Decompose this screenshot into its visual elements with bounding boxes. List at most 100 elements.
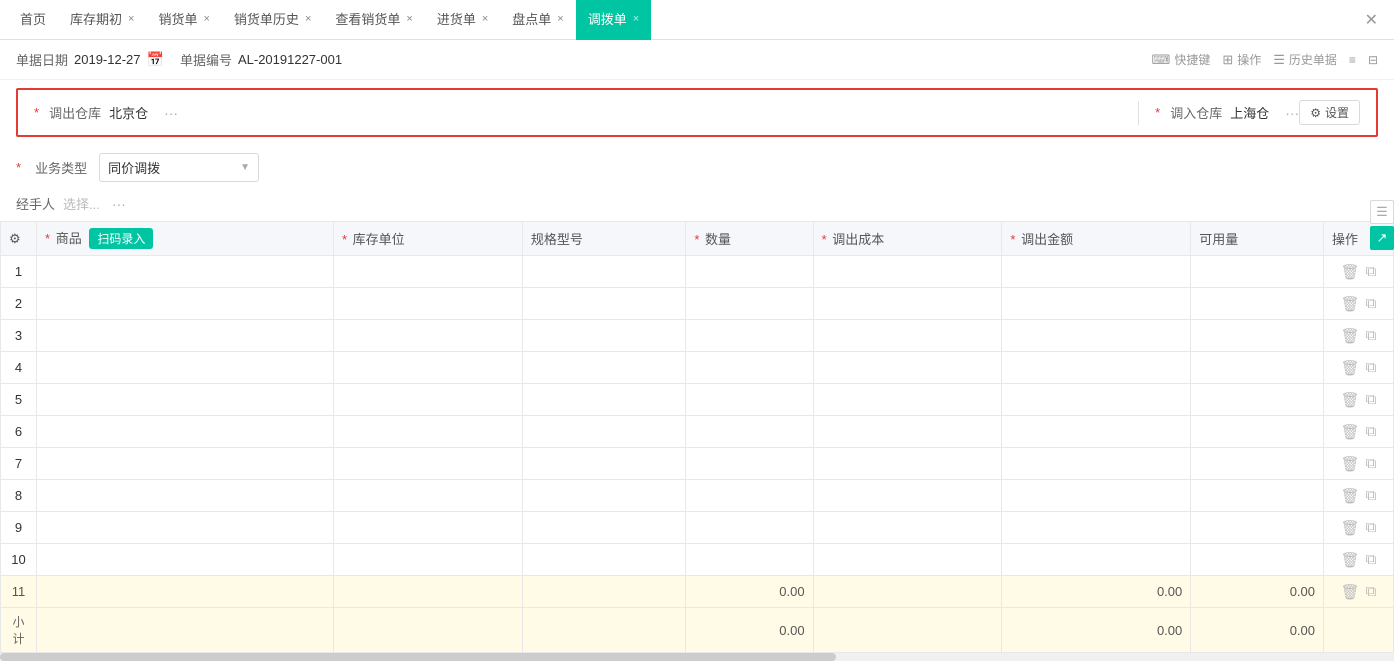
copy-icon[interactable]: ⧉	[1366, 391, 1377, 408]
tab-inventory-init-close[interactable]: ×	[128, 13, 134, 25]
in-warehouse-more[interactable]: ···	[1285, 105, 1299, 121]
th-settings[interactable]: ⚙	[1, 222, 37, 256]
biz-type-select[interactable]: 同价调拨 ▼	[99, 153, 259, 182]
cell-qty[interactable]	[686, 288, 813, 320]
delete-icon[interactable]: 🗑	[1341, 359, 1360, 377]
tab-sales-history[interactable]: 销货单历史 ×	[222, 0, 323, 40]
sidebar-list-icon-btn[interactable]: ☰	[1370, 200, 1394, 224]
tab-sales-history-close[interactable]: ×	[305, 13, 311, 25]
cell-product[interactable]	[37, 480, 334, 512]
layout-btn1[interactable]: ≡	[1349, 53, 1356, 67]
copy-icon[interactable]: ⧉	[1366, 551, 1377, 568]
person-select[interactable]: 选择...	[63, 194, 100, 213]
delete-icon[interactable]: 🗑	[1341, 295, 1360, 313]
date-value[interactable]: 2019-12-27	[74, 52, 141, 67]
tab-purchase-order[interactable]: 进货单 ×	[425, 0, 500, 40]
out-warehouse-more[interactable]: ···	[164, 105, 178, 121]
tab-sales-order-close[interactable]: ×	[203, 13, 209, 25]
delete-icon[interactable]: 🗑	[1341, 551, 1360, 569]
cell-amount[interactable]	[1002, 416, 1191, 448]
copy-icon[interactable]: ⧉	[1366, 295, 1377, 312]
scan-button[interactable]: 扫码录入	[89, 228, 153, 249]
cell-product[interactable]	[37, 384, 334, 416]
cell-product[interactable]	[37, 544, 334, 576]
cell-cost[interactable]	[813, 384, 1002, 416]
delete-icon[interactable]: 🗑	[1341, 455, 1360, 473]
tab-transfer-order-close[interactable]: ×	[633, 13, 639, 25]
history-btn[interactable]: ☰ 历史单据	[1273, 51, 1337, 68]
shortcuts-btn[interactable]: ⌨ 快捷键	[1152, 51, 1211, 68]
cell-product[interactable]	[37, 448, 334, 480]
cell-amount[interactable]	[1002, 384, 1191, 416]
cell-qty[interactable]	[686, 416, 813, 448]
tab-purchase-order-close[interactable]: ×	[482, 13, 488, 25]
tab-sales-order[interactable]: 销货单 ×	[146, 0, 221, 40]
in-warehouse-value[interactable]: 上海仓	[1230, 103, 1269, 122]
copy-icon[interactable]: ⧉	[1366, 583, 1377, 600]
delete-icon[interactable]: 🗑	[1341, 423, 1360, 441]
cell-amount[interactable]	[1002, 480, 1191, 512]
tab-bar-close-btn[interactable]: ✕	[1357, 10, 1386, 30]
cell-amount[interactable]	[1002, 256, 1191, 288]
cell-product[interactable]	[37, 288, 334, 320]
cell-qty[interactable]	[686, 384, 813, 416]
copy-icon[interactable]: ⧉	[1366, 359, 1377, 376]
tab-home[interactable]: 首页	[8, 0, 58, 40]
cell-cost[interactable]	[813, 256, 1002, 288]
cell-cost[interactable]	[813, 288, 1002, 320]
cell-cost[interactable]	[813, 448, 1002, 480]
layout-icon1: ≡	[1349, 53, 1356, 67]
delete-icon[interactable]: 🗑	[1341, 519, 1360, 537]
tab-inventory-count[interactable]: 盘点单 ×	[500, 0, 575, 40]
cell-cost[interactable]	[813, 416, 1002, 448]
out-warehouse-value[interactable]: 北京仓	[109, 103, 148, 122]
sidebar-expand-icon-btn[interactable]: ↗	[1370, 226, 1394, 250]
cell-product[interactable]	[37, 352, 334, 384]
delete-icon[interactable]: 🗑	[1341, 327, 1360, 345]
cell-qty[interactable]	[686, 512, 813, 544]
cell-amount[interactable]	[1002, 320, 1191, 352]
operations-btn[interactable]: ⊞ 操作	[1222, 51, 1261, 68]
copy-icon[interactable]: ⧉	[1366, 519, 1377, 536]
cell-cost[interactable]	[813, 352, 1002, 384]
tab-view-sales-close[interactable]: ×	[406, 13, 412, 25]
cell-qty[interactable]	[686, 352, 813, 384]
cell-amount[interactable]	[1002, 544, 1191, 576]
cell-qty[interactable]	[686, 320, 813, 352]
table-scrollbar[interactable]	[0, 653, 1394, 661]
calendar-icon[interactable]: 📅	[147, 51, 164, 68]
copy-icon[interactable]: ⧉	[1366, 487, 1377, 504]
delete-icon[interactable]: 🗑	[1341, 263, 1360, 281]
tab-inventory-count-close[interactable]: ×	[557, 13, 563, 25]
cell-cost[interactable]	[813, 544, 1002, 576]
table-row: 9 🗑 ⧉	[1, 512, 1394, 544]
cell-qty[interactable]	[686, 544, 813, 576]
layout-btn2[interactable]: ⊟	[1368, 53, 1378, 67]
cell-amount[interactable]	[1002, 288, 1191, 320]
delete-icon[interactable]: 🗑	[1341, 487, 1360, 505]
tab-view-sales[interactable]: 查看销货单 ×	[323, 0, 424, 40]
tab-inventory-init[interactable]: 库存期初 ×	[58, 0, 146, 40]
cell-product[interactable]	[37, 512, 334, 544]
cell-cost[interactable]	[813, 512, 1002, 544]
cell-qty[interactable]	[686, 480, 813, 512]
cell-product[interactable]	[37, 256, 334, 288]
delete-icon[interactable]: 🗑	[1341, 583, 1360, 601]
cell-cost[interactable]	[813, 320, 1002, 352]
person-more-btn[interactable]: ···	[112, 196, 126, 212]
cell-amount[interactable]	[1002, 352, 1191, 384]
cell-amount[interactable]	[1002, 448, 1191, 480]
copy-icon[interactable]: ⧉	[1366, 423, 1377, 440]
copy-icon[interactable]: ⧉	[1366, 455, 1377, 472]
tab-transfer-order[interactable]: 调拨单 ×	[576, 0, 651, 40]
delete-icon[interactable]: 🗑	[1341, 391, 1360, 409]
cell-cost[interactable]	[813, 480, 1002, 512]
settings-button[interactable]: ⚙ 设置	[1299, 100, 1360, 125]
copy-icon[interactable]: ⧉	[1366, 263, 1377, 280]
cell-amount[interactable]	[1002, 512, 1191, 544]
cell-qty[interactable]	[686, 256, 813, 288]
copy-icon[interactable]: ⧉	[1366, 327, 1377, 344]
cell-product[interactable]	[37, 320, 334, 352]
cell-qty[interactable]	[686, 448, 813, 480]
cell-product[interactable]	[37, 416, 334, 448]
